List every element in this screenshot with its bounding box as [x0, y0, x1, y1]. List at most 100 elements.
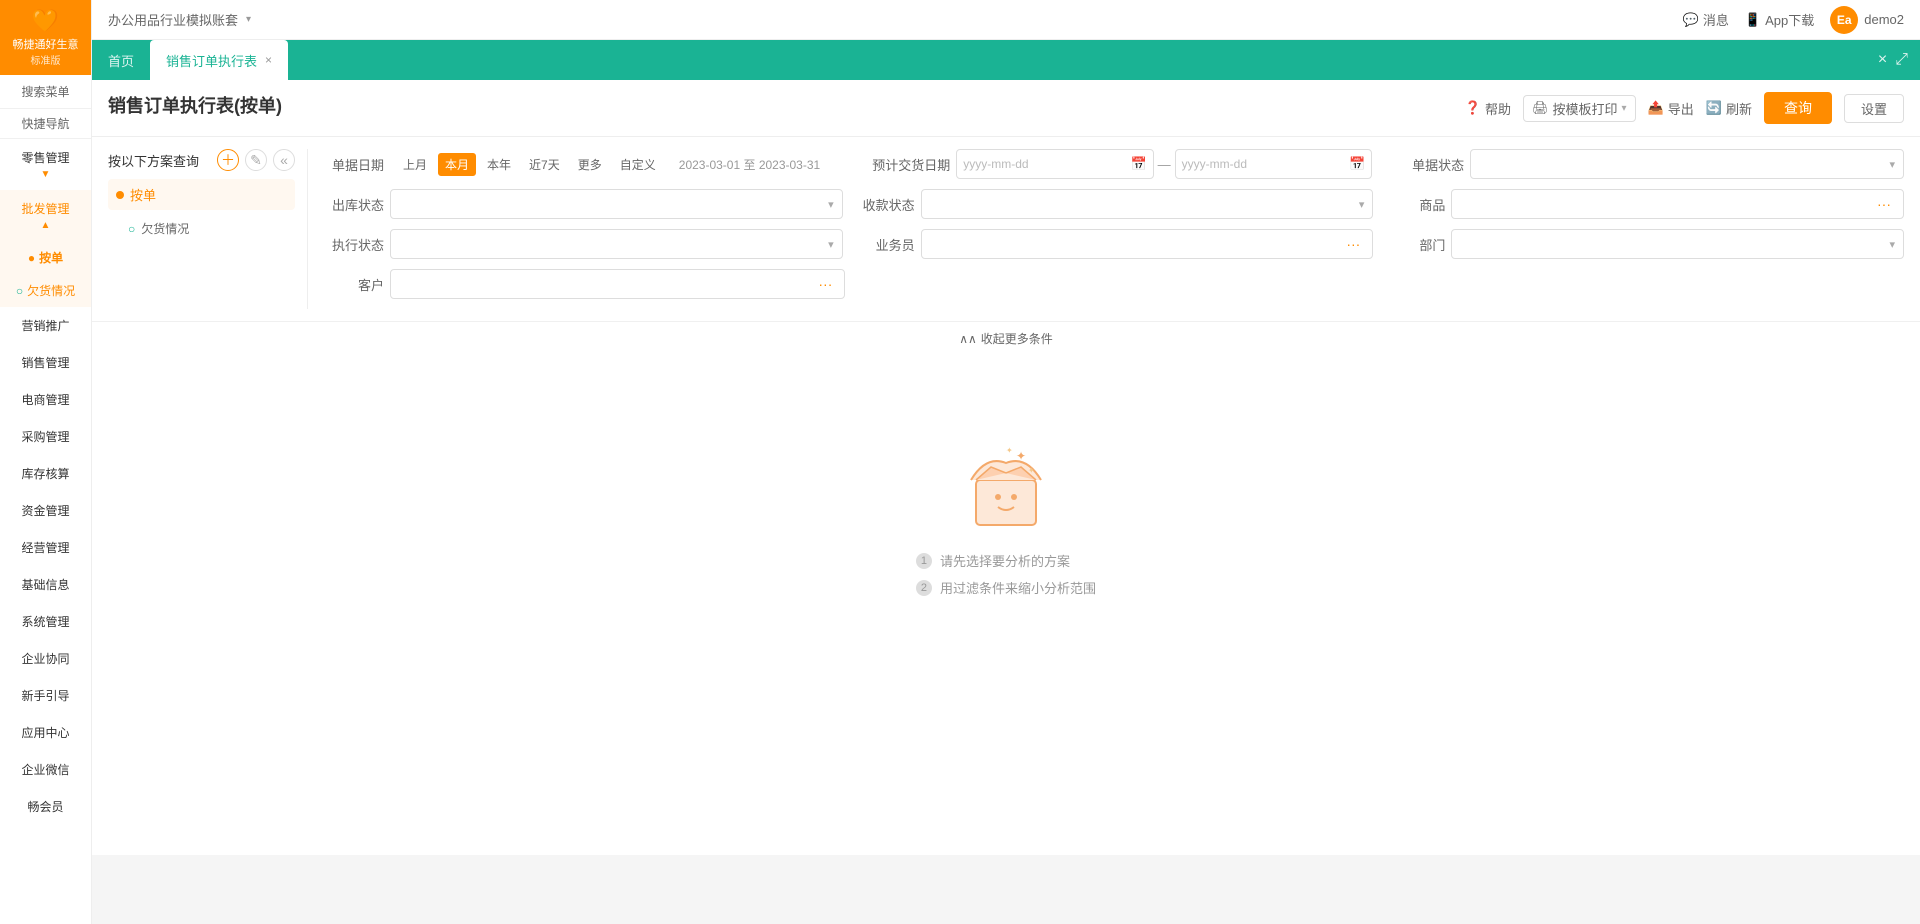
- doc-status-label: 单据状态: [1404, 155, 1464, 174]
- sub-items-wholesale: ● 按单 ○ 欠货情况: [0, 241, 91, 307]
- scheme-item-order[interactable]: 按单: [108, 179, 295, 210]
- salesman-label: 业务员: [855, 235, 915, 254]
- exec-status-select[interactable]: ▾: [390, 229, 843, 259]
- tab-close-window-icon[interactable]: ×: [1878, 51, 1887, 69]
- predicted-date-start[interactable]: yyyy-mm-dd 📅: [956, 149, 1153, 179]
- customer-more-dots[interactable]: ···: [814, 276, 836, 292]
- sidebar-item-wholesale[interactable]: 批发管理 ▲: [0, 190, 91, 241]
- svg-text:✦: ✦: [1006, 446, 1013, 455]
- chevron-icon: ▼: [41, 169, 51, 180]
- predicted-date-label: 预计交货日期: [872, 155, 950, 174]
- sidebar-item-inventory[interactable]: 库存核算: [0, 455, 91, 492]
- out-status-select[interactable]: ▾: [390, 189, 843, 219]
- help-link[interactable]: ❓ 帮助: [1465, 99, 1511, 118]
- sidebar-item-member[interactable]: 畅会员: [0, 788, 91, 825]
- department-select[interactable]: ▾: [1451, 229, 1904, 259]
- sidebar-search[interactable]: 搜索菜单: [0, 75, 91, 109]
- print-icon: 🖨: [1532, 100, 1549, 116]
- order-dot-icon: ●: [28, 251, 35, 265]
- predicted-date-field: 预计交货日期 yyyy-mm-dd 📅 — yyyy-mm-dd 📅: [872, 149, 1372, 179]
- empty-tip-1: 1 请先选择要分析的方案: [916, 551, 1096, 570]
- period-7-days[interactable]: 近7天: [522, 153, 567, 176]
- sidebar-nav[interactable]: 快捷导航: [0, 109, 91, 139]
- sidebar-item-system[interactable]: 系统管理: [0, 603, 91, 640]
- sub-scheme-label: 欠货情况: [141, 220, 189, 237]
- sidebar-item-enterprise[interactable]: 企业协同: [0, 640, 91, 677]
- sub-scheme-item-shortage[interactable]: ○ 欠货情况: [108, 214, 295, 243]
- out-status-field: 出库状态 ▾: [324, 189, 843, 219]
- department-field: 部门 ▾: [1385, 229, 1904, 259]
- sub-scheme-icon: ○: [128, 222, 135, 236]
- goods-select[interactable]: ···: [1451, 189, 1904, 219]
- goods-field: 商品 ···: [1385, 189, 1904, 219]
- filter-row-exec: 执行状态 ▾ 业务员 ··· 部门: [324, 229, 1904, 259]
- sidebar-item-retail[interactable]: 零售管理 ▼: [0, 139, 91, 190]
- avatar: Ea: [1830, 6, 1858, 34]
- breadcrumb-dropdown-icon[interactable]: ▾: [246, 14, 251, 25]
- sidebar-item-basic[interactable]: 基础信息: [0, 566, 91, 603]
- breadcrumb-text: 办公用品行业模拟账套: [108, 10, 238, 29]
- logo-icon: 🧡: [32, 8, 59, 34]
- sidebar-item-app-center[interactable]: 应用中心: [0, 714, 91, 751]
- top-header: 办公用品行业模拟账套 ▾ 💬 消息 📱 App下载 Ea demo2: [92, 0, 1920, 40]
- doc-status-select[interactable]: ▾: [1470, 149, 1904, 179]
- tab-home[interactable]: 首页: [92, 40, 150, 80]
- app-logo: 🧡 畅捷通好生意 标准版: [0, 0, 91, 75]
- sidebar-item-sales[interactable]: 销售管理: [0, 344, 91, 381]
- sidebar-item-ecommerce[interactable]: 电商管理: [0, 381, 91, 418]
- sidebar-item-label: 批发管理: [21, 200, 69, 217]
- period-last-month[interactable]: 上月: [396, 153, 434, 176]
- goods-more-dots[interactable]: ···: [1873, 196, 1895, 212]
- salesman-more-dots[interactable]: ···: [1342, 236, 1364, 252]
- calendar-end-icon: 📅: [1349, 156, 1365, 172]
- message-button[interactable]: 💬 消息: [1683, 10, 1729, 29]
- sidebar-item-wechat[interactable]: 企业微信: [0, 751, 91, 788]
- logo-text: 畅捷通好生意: [13, 36, 79, 52]
- date-separator: —: [1158, 157, 1171, 172]
- empty-illustration: ✦ ✦ ✦: [956, 435, 1056, 535]
- sidebar-item-label: 应用中心: [21, 724, 69, 741]
- tab-maximize-icon[interactable]: ⤢: [1895, 51, 1908, 69]
- tip-text-2: 用过滤条件来缩小分析范围: [940, 578, 1096, 597]
- filter-row-status: 出库状态 ▾ 收款状态 ▾ 商品: [324, 189, 1904, 219]
- print-button[interactable]: 🖨 按模板打印 ▾: [1523, 95, 1636, 122]
- export-link[interactable]: 📤 导出: [1648, 99, 1694, 118]
- period-current-month[interactable]: 本月: [438, 153, 476, 176]
- query-button[interactable]: 查询: [1764, 92, 1832, 124]
- refresh-link[interactable]: 🔄 刷新: [1706, 99, 1752, 118]
- app-icon: 📱: [1745, 12, 1761, 28]
- date-label: 单据日期: [324, 155, 384, 174]
- user-area[interactable]: Ea demo2: [1830, 6, 1904, 34]
- period-current-year[interactable]: 本年: [480, 153, 518, 176]
- sub-item-order[interactable]: ● 按单: [0, 241, 91, 274]
- sidebar-item-guide[interactable]: 新手引导: [0, 677, 91, 714]
- header-right-area: 💬 消息 📱 App下载 Ea demo2: [1683, 6, 1904, 34]
- collection-status-select[interactable]: ▾: [921, 189, 1374, 219]
- predicted-date-end[interactable]: yyyy-mm-dd 📅: [1175, 149, 1372, 179]
- sidebar-item-marketing[interactable]: 营销推广: [0, 307, 91, 344]
- period-more[interactable]: 更多: [571, 153, 609, 176]
- main-area: 办公用品行业模拟账套 ▾ 💬 消息 📱 App下载 Ea demo2 首页 销售…: [92, 0, 1920, 924]
- salesman-field: 业务员 ···: [855, 229, 1374, 259]
- collapse-bar[interactable]: ∧∧ 收起更多条件: [92, 321, 1920, 355]
- filter-panel: 按以下方案查询 ＋ ✎ « 按单 ○ 欠货情况: [92, 137, 1920, 321]
- app-download-button[interactable]: 📱 App下载: [1745, 10, 1814, 29]
- exec-status-arrow-icon: ▾: [828, 238, 834, 251]
- help-label: 帮助: [1485, 99, 1511, 118]
- tab-home-label: 首页: [108, 51, 134, 70]
- sub-item-shortage[interactable]: ○ 欠货情况: [0, 274, 91, 307]
- tab-close-icon[interactable]: ×: [265, 53, 272, 67]
- sidebar-item-finance[interactable]: 资金管理: [0, 492, 91, 529]
- tab-sales-execution[interactable]: 销售订单执行表 ×: [150, 40, 288, 80]
- salesman-select[interactable]: ···: [921, 229, 1374, 259]
- sidebar-item-purchase[interactable]: 采购管理: [0, 418, 91, 455]
- sidebar-item-operations[interactable]: 经营管理: [0, 529, 91, 566]
- settings-button[interactable]: 设置: [1844, 94, 1904, 123]
- customer-select[interactable]: ···: [390, 269, 845, 299]
- add-scheme-button[interactable]: ＋: [217, 149, 239, 171]
- message-label: 消息: [1703, 10, 1729, 29]
- edit-scheme-button[interactable]: ✎: [245, 149, 267, 171]
- collapse-up-icon: ∧∧: [959, 332, 977, 346]
- collapse-scheme-button[interactable]: «: [273, 149, 295, 171]
- period-custom[interactable]: 自定义: [613, 153, 663, 176]
